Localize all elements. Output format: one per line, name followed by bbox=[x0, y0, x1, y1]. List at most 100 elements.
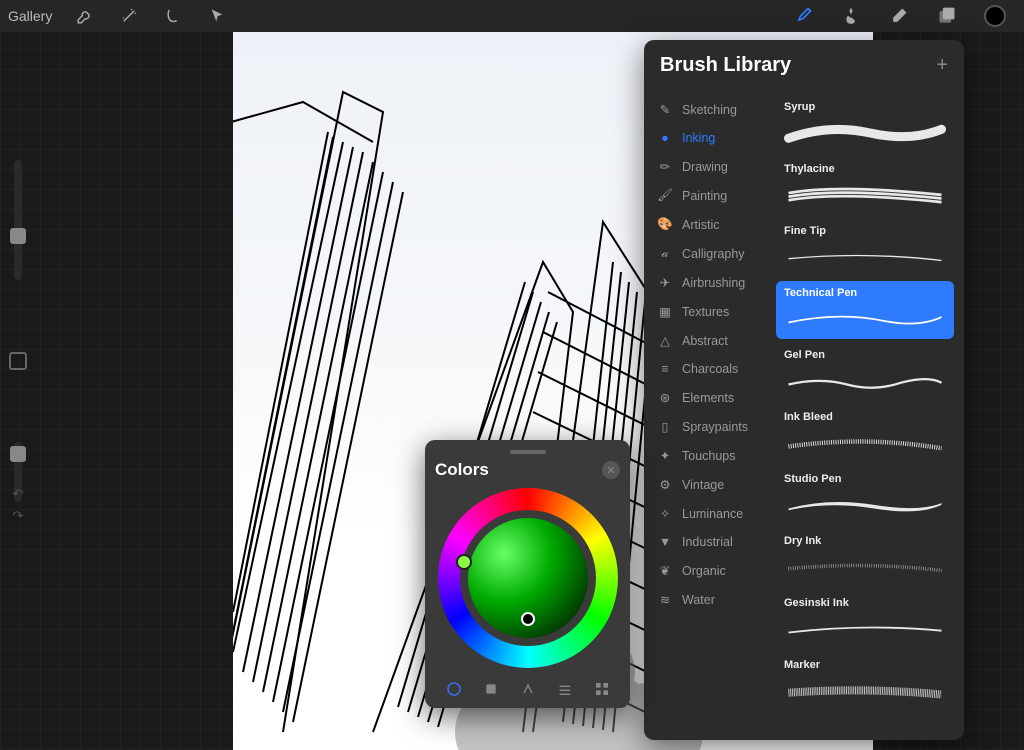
close-icon[interactable]: ✕ bbox=[602, 461, 620, 479]
panel-drag-handle[interactable] bbox=[510, 450, 546, 454]
gallery-button[interactable]: Gallery bbox=[8, 8, 52, 24]
brush-name-label: Gel Pen bbox=[784, 349, 946, 361]
color-wheel[interactable] bbox=[438, 488, 618, 668]
grid-icon: ▦ bbox=[658, 304, 672, 319]
colors-title: Colors bbox=[435, 460, 489, 480]
brush-size-slider[interactable] bbox=[14, 160, 22, 280]
category-artistic[interactable]: 🎨 Artistic bbox=[644, 210, 774, 239]
category-elements[interactable]: ⊛ Elements bbox=[644, 383, 774, 412]
brush-dry-ink[interactable]: Dry Ink bbox=[776, 529, 954, 587]
brush-categories: ✎ Sketching ● Inking ✏ Drawing 🖌Painting 🎨 Artis… bbox=[644, 91, 774, 740]
atom-icon: ⊛ bbox=[658, 390, 672, 405]
eraser-icon[interactable] bbox=[888, 5, 910, 27]
wrench-icon[interactable] bbox=[74, 5, 96, 27]
category-touchups[interactable]: ✦Touchups bbox=[644, 441, 774, 470]
brush-preview bbox=[784, 363, 946, 397]
brush-library-panel: Brush Library + ✎ Sketching ● Inking ✏ Drawin… bbox=[644, 40, 964, 740]
category-label: Elements bbox=[682, 391, 734, 405]
category-abstract[interactable]: △ Abstract bbox=[644, 326, 774, 355]
category-airbrushing[interactable]: ✈ Airbrushing bbox=[644, 268, 774, 297]
colors-panel[interactable]: Colors ✕ bbox=[425, 440, 630, 708]
color-swatch-button[interactable] bbox=[984, 5, 1006, 27]
harmony-mode-icon[interactable] bbox=[517, 678, 539, 700]
brush-gesinski-ink[interactable]: Gesinski Ink bbox=[776, 591, 954, 649]
category-spraypaints[interactable]: ▯Spraypaints bbox=[644, 412, 774, 441]
category-label: Inking bbox=[682, 131, 715, 145]
category-textures[interactable]: ▦ Textures bbox=[644, 297, 774, 326]
category-inking[interactable]: ● Inking bbox=[644, 124, 774, 152]
drop-icon: ● bbox=[658, 131, 672, 145]
category-label: Textures bbox=[682, 305, 729, 319]
brush-list: Syrup ThylacineFine TipTechnical Pen Gel P… bbox=[774, 91, 964, 740]
category-label: Spraypaints bbox=[682, 420, 748, 434]
category-label: Touchups bbox=[682, 449, 736, 463]
brush-ink-bleed[interactable]: Ink Bleed bbox=[776, 405, 954, 463]
palette-icon: 🎨 bbox=[658, 217, 672, 232]
bars-icon: ≡ bbox=[658, 362, 672, 376]
category-label: Industrial bbox=[682, 535, 733, 549]
brush-icon[interactable] bbox=[792, 5, 814, 27]
sv-cursor[interactable] bbox=[521, 612, 535, 626]
category-luminance[interactable]: ✧ Luminance bbox=[644, 499, 774, 528]
brush-library-title: Brush Library bbox=[660, 54, 791, 77]
category-label: Vintage bbox=[682, 478, 724, 492]
category-label: Abstract bbox=[682, 334, 728, 348]
selection-icon[interactable] bbox=[162, 5, 184, 27]
brush-name-label: Syrup bbox=[784, 101, 946, 113]
brush-preview bbox=[784, 425, 946, 459]
brush-technical-pen[interactable]: Technical Pen bbox=[776, 281, 954, 339]
category-organic[interactable]: ❦Organic bbox=[644, 556, 774, 585]
smudge-icon[interactable] bbox=[840, 5, 862, 27]
hue-cursor[interactable] bbox=[456, 554, 472, 570]
category-painting[interactable]: 🖌Painting bbox=[644, 181, 774, 210]
script-icon: 𝒶 bbox=[658, 246, 672, 261]
side-controls bbox=[6, 160, 30, 502]
category-sketching[interactable]: ✎ Sketching bbox=[644, 95, 774, 124]
leaf-icon: ❦ bbox=[658, 563, 672, 578]
category-label: Calligraphy bbox=[682, 247, 745, 261]
brush-preview bbox=[784, 673, 946, 707]
category-industrial[interactable]: ▼ Industrial bbox=[644, 528, 774, 556]
category-label: Artistic bbox=[682, 218, 720, 232]
category-calligraphy[interactable]: 𝒶 Calligraphy bbox=[644, 239, 774, 268]
brush-preview bbox=[784, 239, 946, 273]
undo-button[interactable]: ↶ bbox=[9, 485, 27, 503]
brush-gel-pen[interactable]: Gel Pen bbox=[776, 343, 954, 401]
spray-icon: ✈ bbox=[658, 275, 672, 290]
category-label: Sketching bbox=[682, 103, 737, 117]
category-label: Luminance bbox=[682, 507, 743, 521]
brush-name-label: Marker bbox=[784, 659, 946, 671]
brush-studio-pen[interactable]: Studio Pen bbox=[776, 467, 954, 525]
layers-icon[interactable] bbox=[936, 5, 958, 27]
brush-preview bbox=[784, 487, 946, 521]
category-drawing[interactable]: ✏ Drawing bbox=[644, 152, 774, 181]
value-mode-icon[interactable] bbox=[554, 678, 576, 700]
brush-preview bbox=[784, 115, 946, 149]
palettes-mode-icon[interactable] bbox=[591, 678, 613, 700]
category-label: Drawing bbox=[682, 160, 728, 174]
triangle-icon: △ bbox=[658, 333, 672, 348]
modify-button[interactable] bbox=[9, 352, 27, 370]
sparkle-icon: ✧ bbox=[658, 506, 672, 521]
disc-mode-icon[interactable] bbox=[443, 678, 465, 700]
pencil-icon: ✎ bbox=[658, 102, 672, 117]
pencil2-icon: ✏ bbox=[658, 159, 672, 174]
brush-preview bbox=[784, 549, 946, 583]
redo-button[interactable]: ↷ bbox=[9, 507, 27, 525]
cursor-icon[interactable] bbox=[206, 5, 228, 27]
category-label: Airbrushing bbox=[682, 276, 745, 290]
brush-fine-tip[interactable]: Fine Tip bbox=[776, 219, 954, 277]
category-water[interactable]: ≋Water bbox=[644, 585, 774, 614]
brush-thylacine[interactable]: Thylacine bbox=[776, 157, 954, 215]
brush-syrup[interactable]: Syrup bbox=[776, 95, 954, 153]
brush-marker[interactable]: Marker bbox=[776, 653, 954, 711]
category-vintage[interactable]: ⚙Vintage bbox=[644, 470, 774, 499]
brush-name-label: Dry Ink bbox=[784, 535, 946, 547]
brush-preview bbox=[784, 611, 946, 645]
category-charcoals[interactable]: ≡Charcoals bbox=[644, 355, 774, 383]
classic-mode-icon[interactable] bbox=[480, 678, 502, 700]
brush-preview bbox=[784, 301, 946, 335]
stamp-icon: ▼ bbox=[658, 535, 672, 549]
add-brush-icon[interactable]: + bbox=[936, 54, 948, 77]
wand-icon[interactable] bbox=[118, 5, 140, 27]
